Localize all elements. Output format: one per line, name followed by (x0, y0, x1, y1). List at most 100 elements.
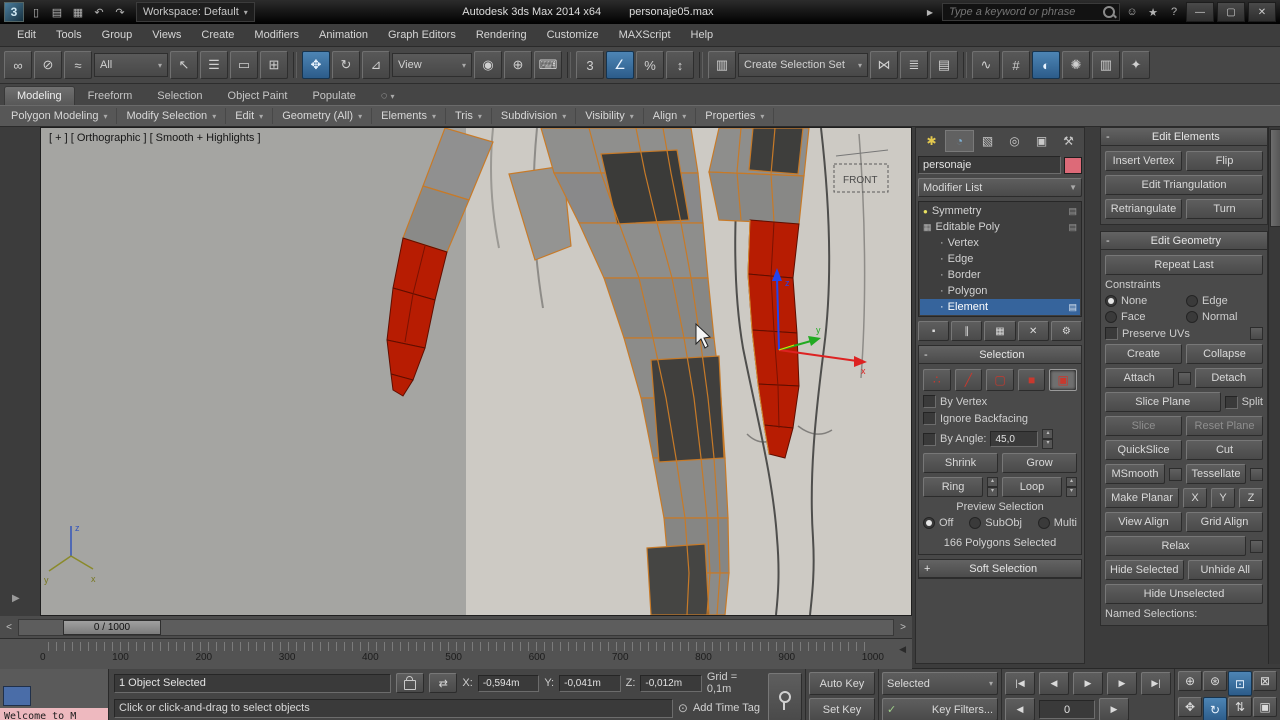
window-crossing-icon[interactable]: ⊞ (260, 51, 288, 79)
sign-in-user-icon[interactable]: ☺ (1123, 3, 1141, 21)
auto-key-button[interactable]: Auto Key (809, 672, 875, 695)
by-vertex-checkbox[interactable] (923, 395, 936, 408)
maximize-button[interactable]: ▢ (1217, 2, 1245, 22)
object-name-field[interactable]: personaje (918, 156, 1061, 174)
menu-item[interactable]: Edit (8, 26, 45, 44)
select-and-manipulate-icon[interactable]: ⊕ (504, 51, 532, 79)
previous-key-button[interactable]: ◀ (1005, 698, 1035, 720)
previous-frame-button[interactable]: ◀ (1039, 672, 1069, 695)
preserve-uvs-settings-button[interactable] (1250, 327, 1263, 340)
menu-item[interactable]: Rendering (467, 26, 536, 44)
stack-item-element[interactable]: · Element ▤ (920, 299, 1080, 315)
planar-y-button[interactable]: Y (1211, 488, 1235, 508)
stack-item-edge[interactable]: · Edge (920, 251, 1080, 267)
listener-output[interactable] (0, 669, 108, 708)
redo-icon[interactable]: ↷ (111, 3, 129, 21)
visibility-bulb-icon[interactable]: ● (923, 207, 928, 216)
ribbon-panel-title[interactable]: Tris ▾ (446, 108, 492, 124)
hide-selected-button[interactable]: Hide Selected (1105, 560, 1184, 580)
relax-button[interactable]: Relax (1105, 536, 1246, 556)
menu-item[interactable]: Customize (538, 26, 608, 44)
menu-item[interactable]: Animation (310, 26, 377, 44)
soft-selection-rollout-header[interactable]: + Soft Selection (919, 560, 1081, 578)
menu-item[interactable]: Modifiers (245, 26, 308, 44)
listener-scroll-box[interactable] (3, 686, 31, 706)
ignore-backfacing-checkbox[interactable] (923, 412, 936, 425)
ribbon-panel-title[interactable]: Visibility ▾ (576, 108, 644, 124)
select-and-rotate-icon[interactable]: ↻ (332, 51, 360, 79)
keyboard-shortcut-override-icon[interactable]: ⌨ (534, 51, 562, 79)
edge-subobject-icon[interactable]: ╱ (954, 369, 983, 391)
planar-z-button[interactable]: Z (1239, 488, 1263, 508)
panel-scrollbar[interactable] (1268, 127, 1280, 664)
schematic-view-icon[interactable]: # (1002, 51, 1030, 79)
msmooth-settings-button[interactable] (1169, 467, 1182, 481)
select-by-name-icon[interactable]: ☰ (200, 51, 228, 79)
constraint-face-radio[interactable] (1105, 311, 1117, 323)
rendered-frame-window-icon[interactable]: ▥ (1092, 51, 1120, 79)
planar-x-button[interactable]: X (1183, 488, 1207, 508)
time-slider-next-icon[interactable]: > (897, 622, 909, 633)
infocenter-collapse-icon[interactable]: ▶ (921, 3, 939, 21)
spinner-snap-toggle-icon[interactable]: ↕ (666, 51, 694, 79)
angle-snap-toggle-icon[interactable]: ∠ (606, 51, 634, 79)
hierarchy-tab-icon[interactable]: ▧ (974, 130, 1001, 152)
select-and-link-icon[interactable]: ∞ (4, 51, 32, 79)
zoom-extents-icon[interactable]: ⊡ (1228, 671, 1252, 696)
orbit-icon[interactable]: ↻ (1203, 697, 1227, 720)
viewport-label[interactable]: [ + ] [ Orthographic ] [ Smooth + Highli… (49, 132, 261, 144)
named-selection-set-combo[interactable]: Create Selection Set ▾ (738, 53, 868, 77)
preview-multi-radio[interactable] (1037, 517, 1050, 529)
go-to-end-button[interactable]: ▶| (1141, 672, 1171, 695)
key-filters-button[interactable]: ✓ Key Filters... (882, 698, 998, 720)
search-input[interactable] (947, 5, 1099, 19)
layer-manager-icon[interactable]: ▤ (930, 51, 958, 79)
quickslice-button[interactable]: QuickSlice (1105, 440, 1182, 460)
absolute-offset-mode-toggle[interactable]: ⇄ (429, 673, 458, 693)
preserve-uvs-checkbox[interactable] (1105, 327, 1118, 340)
undo-icon[interactable]: ↶ (90, 3, 108, 21)
rectangular-region-icon[interactable]: ▭ (230, 51, 258, 79)
pan-view-icon[interactable]: ✥ (1178, 697, 1202, 717)
edit-elements-header[interactable]: - Edit Elements (1101, 128, 1267, 146)
ribbon-panel-title[interactable]: Subdivision ▾ (492, 108, 577, 124)
edit-named-selection-sets-icon[interactable]: ▥ (708, 51, 736, 79)
ribbon-panel-title[interactable]: Properties ▾ (696, 108, 775, 124)
new-scene-icon[interactable]: ▯ (27, 3, 45, 21)
tessellate-button[interactable]: Tessellate (1186, 464, 1246, 484)
expand-panel-arrow-icon[interactable]: ▶ (12, 593, 20, 604)
dolly-icon[interactable]: ⇅ (1228, 697, 1252, 717)
stack-item-vertex[interactable]: · Vertex (920, 235, 1080, 251)
menu-item[interactable]: Graph Editors (379, 26, 465, 44)
select-object-icon[interactable]: ↖ (170, 51, 198, 79)
collapse-button[interactable]: Collapse (1186, 344, 1263, 364)
material-editor-icon[interactable]: ◐ (1032, 51, 1060, 79)
msmooth-button[interactable]: MSmooth (1105, 464, 1165, 484)
ribbon-minimize-icon[interactable]: ◌ ▾ (369, 87, 407, 105)
utilities-tab-icon[interactable]: ⚒ (1055, 130, 1082, 152)
constraint-none-radio[interactable] (1105, 295, 1117, 307)
current-frame-field[interactable]: 0 (1039, 700, 1095, 719)
ribbon-panel-title[interactable]: Polygon Modeling ▾ (2, 108, 118, 124)
next-frame-button[interactable]: ▶ (1107, 672, 1137, 695)
shrink-button[interactable]: Shrink (923, 453, 998, 473)
show-end-result-icon[interactable]: ∥ (951, 321, 983, 341)
track-bar-end-arrow-icon[interactable]: ◀ (899, 644, 906, 655)
stack-item-polygon[interactable]: · Polygon (920, 283, 1080, 299)
time-slider-prev-icon[interactable]: < (3, 622, 15, 633)
preview-off-radio[interactable] (923, 517, 935, 529)
open-file-icon[interactable]: ▤ (48, 3, 66, 21)
ring-spinner[interactable]: ▴ ▾ (987, 477, 998, 497)
border-subobject-icon[interactable]: ▢ (986, 369, 1014, 391)
app-logo-icon[interactable]: 3 (4, 2, 24, 22)
grid-align-button[interactable]: Grid Align (1186, 512, 1263, 532)
cut-button[interactable]: Cut (1186, 440, 1263, 460)
ribbon-tab-object-paint[interactable]: Object Paint (216, 87, 300, 105)
unlink-selection-icon[interactable]: ⊘ (34, 51, 62, 79)
make-planar-button[interactable]: Make Planar (1105, 488, 1179, 508)
menu-item[interactable]: Tools (47, 26, 91, 44)
modify-tab-icon[interactable]: ◔ (945, 130, 974, 152)
by-angle-checkbox[interactable] (923, 432, 936, 446)
motion-tab-icon[interactable]: ◎ (1001, 130, 1028, 152)
workspace-dropdown[interactable]: Workspace: Default ▾ (136, 2, 255, 22)
